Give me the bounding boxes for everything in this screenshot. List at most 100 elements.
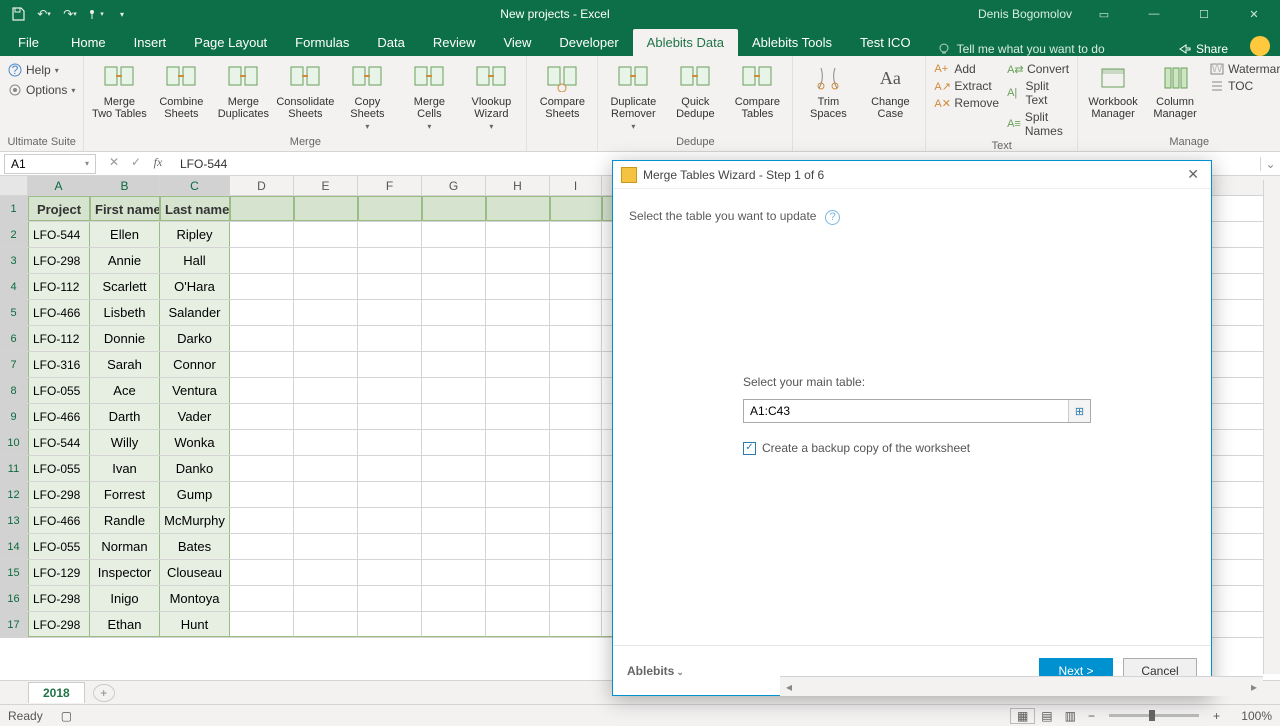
dedupe-btn-0[interactable]: DuplicateRemover▾ bbox=[604, 60, 662, 131]
feedback-icon[interactable] bbox=[1250, 36, 1270, 56]
cell[interactable]: LFO-544 bbox=[28, 222, 90, 247]
row-header-13[interactable]: 13 bbox=[0, 508, 28, 533]
name-box[interactable]: A1▾ bbox=[4, 154, 96, 174]
cell[interactable]: LFO-112 bbox=[28, 326, 90, 351]
col-header-A[interactable]: A bbox=[28, 176, 90, 195]
qat-customize-icon[interactable]: ▾ bbox=[112, 4, 132, 24]
add-sheet-button[interactable]: + bbox=[93, 684, 115, 702]
text-extract[interactable]: A↗Extract bbox=[932, 79, 1001, 93]
text-split-text[interactable]: A|Split Text bbox=[1005, 79, 1071, 107]
tab-file[interactable]: File bbox=[0, 29, 57, 56]
select-all-corner[interactable] bbox=[0, 176, 28, 195]
help-button[interactable]: ?Help▾ bbox=[6, 62, 77, 78]
enter-formula-icon[interactable]: ✓ bbox=[126, 155, 146, 173]
row-header-6[interactable]: 6 bbox=[0, 326, 28, 351]
cell[interactable]: Darth bbox=[90, 404, 160, 429]
horizontal-scrollbar[interactable]: ◂▸ bbox=[780, 676, 1263, 696]
row-header-7[interactable]: 7 bbox=[0, 352, 28, 377]
cell[interactable]: Forrest bbox=[90, 482, 160, 507]
zoom-level[interactable]: 100% bbox=[1226, 709, 1272, 723]
row-header-11[interactable]: 11 bbox=[0, 456, 28, 481]
text-convert[interactable]: A⇄Convert bbox=[1005, 62, 1071, 76]
cell[interactable]: Vader bbox=[160, 404, 230, 429]
cell[interactable]: Wonka bbox=[160, 430, 230, 455]
cell[interactable]: Norman bbox=[90, 534, 160, 559]
tab-home[interactable]: Home bbox=[57, 29, 120, 56]
watermarks-button[interactable]: WWatermarks bbox=[1208, 62, 1280, 76]
cell[interactable]: Ivan bbox=[90, 456, 160, 481]
undo-icon[interactable]: ↶▾ bbox=[34, 4, 54, 24]
cell[interactable]: Darko bbox=[160, 326, 230, 351]
cell[interactable]: LFO-298 bbox=[28, 248, 90, 273]
cell[interactable]: Clouseau bbox=[160, 560, 230, 585]
range-input[interactable] bbox=[744, 400, 1068, 422]
tab-test-ico[interactable]: Test ICO bbox=[846, 29, 925, 56]
text-add[interactable]: A+Add bbox=[932, 62, 1001, 76]
text-split-names[interactable]: A≡Split Names bbox=[1005, 110, 1071, 138]
trim-spaces-button[interactable]: Trim Spaces bbox=[799, 60, 857, 120]
cell[interactable]: McMurphy bbox=[160, 508, 230, 533]
cell[interactable]: Salander bbox=[160, 300, 230, 325]
dialog-brand[interactable]: Ablebits⌄ bbox=[627, 662, 684, 679]
maximize-icon[interactable]: ☐ bbox=[1186, 3, 1222, 25]
toc-button[interactable]: TOC bbox=[1208, 79, 1280, 93]
macro-record-icon[interactable]: ▢ bbox=[61, 709, 72, 723]
view-pagebreak-icon[interactable]: ▥ bbox=[1059, 709, 1082, 723]
row-header-1[interactable]: 1 bbox=[0, 196, 28, 221]
cell[interactable]: Inigo bbox=[90, 586, 160, 611]
cell[interactable]: Randle bbox=[90, 508, 160, 533]
dedupe-btn-2[interactable]: CompareTables bbox=[728, 60, 786, 120]
cell[interactable]: Connor bbox=[160, 352, 230, 377]
cell[interactable]: LFO-544 bbox=[28, 430, 90, 455]
merge-btn-6[interactable]: VlookupWizard▾ bbox=[462, 60, 520, 131]
share-button[interactable]: Share bbox=[1166, 42, 1240, 56]
workbook-manager-button[interactable]: Workbook Manager bbox=[1084, 60, 1142, 120]
cell[interactable]: LFO-298 bbox=[28, 612, 90, 637]
cancel-formula-icon[interactable]: ✕ bbox=[104, 155, 124, 173]
cell[interactable]: Annie bbox=[90, 248, 160, 273]
qat-extra-icon[interactable]: ▾ bbox=[86, 4, 106, 24]
tab-page-layout[interactable]: Page Layout bbox=[180, 29, 281, 56]
header-cell[interactable]: Project bbox=[28, 196, 90, 221]
cell[interactable]: Willy bbox=[90, 430, 160, 455]
dialog-close-icon[interactable]: ✕ bbox=[1183, 166, 1203, 183]
col-header-H[interactable]: H bbox=[486, 176, 550, 195]
row-header-10[interactable]: 10 bbox=[0, 430, 28, 455]
tab-review[interactable]: Review bbox=[419, 29, 490, 56]
col-header-B[interactable]: B bbox=[90, 176, 160, 195]
row-header-3[interactable]: 3 bbox=[0, 248, 28, 273]
sheet-tab-2018[interactable]: 2018 bbox=[28, 682, 85, 703]
row-header-8[interactable]: 8 bbox=[0, 378, 28, 403]
cell[interactable]: LFO-466 bbox=[28, 300, 90, 325]
save-icon[interactable] bbox=[8, 4, 28, 24]
tab-insert[interactable]: Insert bbox=[120, 29, 181, 56]
cell[interactable]: LFO-129 bbox=[28, 560, 90, 585]
zoom-in-icon[interactable]: + bbox=[1207, 709, 1226, 723]
info-icon[interactable]: ? bbox=[825, 210, 840, 225]
change-case-button[interactable]: AaChange Case bbox=[861, 60, 919, 120]
tab-data[interactable]: Data bbox=[363, 29, 418, 56]
fx-icon[interactable]: fx bbox=[148, 155, 168, 173]
row-header-2[interactable]: 2 bbox=[0, 222, 28, 247]
cell[interactable]: Ventura bbox=[160, 378, 230, 403]
cell[interactable]: LFO-055 bbox=[28, 534, 90, 559]
cell[interactable]: Danko bbox=[160, 456, 230, 481]
col-header-F[interactable]: F bbox=[358, 176, 422, 195]
row-header-16[interactable]: 16 bbox=[0, 586, 28, 611]
merge-btn-2[interactable]: MergeDuplicates bbox=[214, 60, 272, 120]
row-header-4[interactable]: 4 bbox=[0, 274, 28, 299]
minimize-icon[interactable]: — bbox=[1136, 3, 1172, 25]
row-header-15[interactable]: 15 bbox=[0, 560, 28, 585]
tell-me-box[interactable]: Tell me what you want to do bbox=[925, 42, 1166, 56]
merge-btn-4[interactable]: CopySheets▾ bbox=[338, 60, 396, 131]
col-header-D[interactable]: D bbox=[230, 176, 294, 195]
close-icon[interactable]: ✕ bbox=[1236, 3, 1272, 25]
cell[interactable]: Sarah bbox=[90, 352, 160, 377]
cell[interactable]: Bates bbox=[160, 534, 230, 559]
backup-checkbox[interactable]: ✓ Create a backup copy of the worksheet bbox=[743, 441, 1091, 455]
compare-sheets-button[interactable]: Compare Sheets bbox=[533, 60, 591, 120]
tab-formulas[interactable]: Formulas bbox=[281, 29, 363, 56]
range-picker-icon[interactable]: ⊞ bbox=[1068, 400, 1090, 422]
cell[interactable]: Hall bbox=[160, 248, 230, 273]
col-header-C[interactable]: C bbox=[160, 176, 230, 195]
